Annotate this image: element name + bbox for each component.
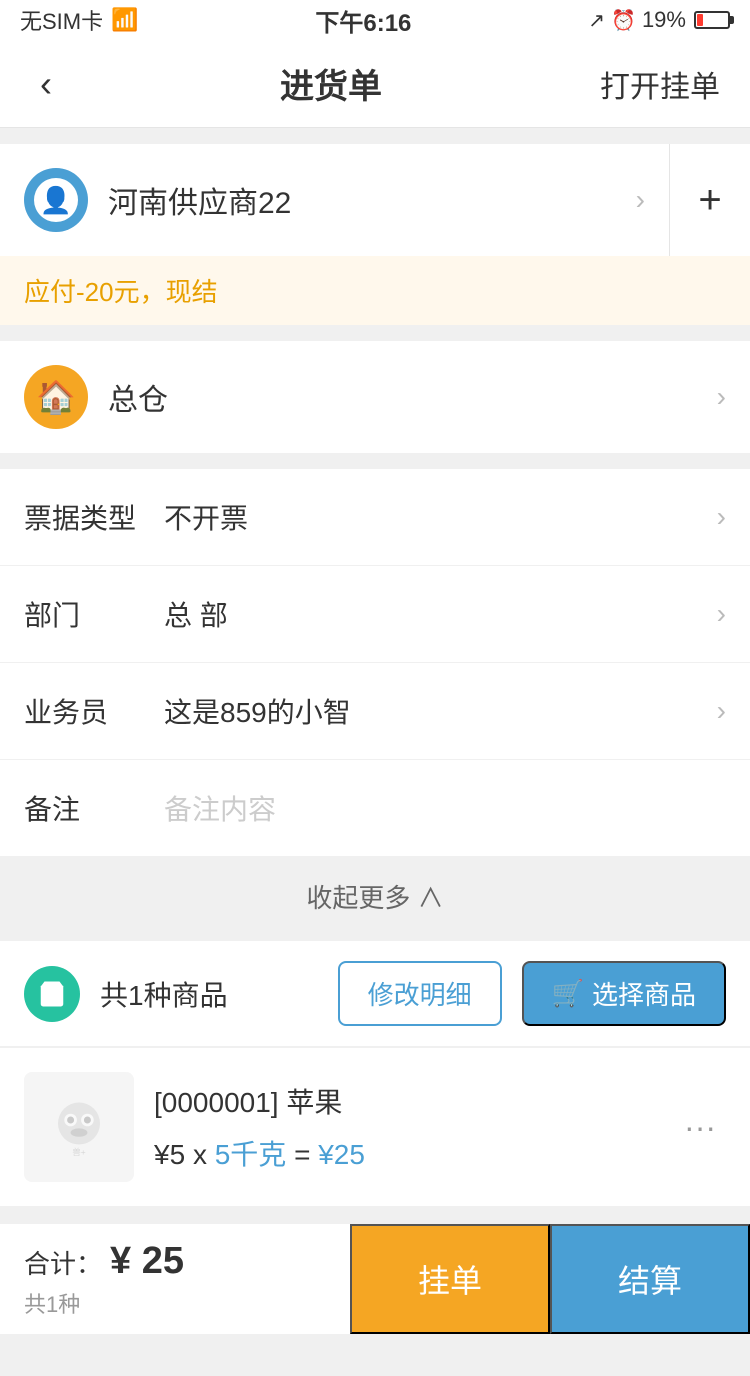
status-time: 下午6:16 <box>315 3 411 38</box>
invoice-type-chevron-icon: › <box>717 501 726 533</box>
supplier-avatar-icon: 👤 <box>34 178 78 222</box>
supplier-selector[interactable]: 👤 河南供应商22 › <box>0 144 670 256</box>
form-section: 票据类型 不开票 › 部门 总 部 › 业务员 这是859的小智 › 备注 备注… <box>0 469 750 856</box>
supplier-name: 河南供应商22 <box>108 178 626 222</box>
total-section: 合计： ¥ 25 共1种 <box>0 1224 350 1334</box>
invoice-type-label: 票据类型 <box>24 497 144 537</box>
salesperson-label: 业务员 <box>24 691 144 731</box>
total-count: 共1种 <box>24 1287 326 1319</box>
product-header-icon <box>24 966 80 1022</box>
warehouse-chevron-icon: › <box>717 381 726 413</box>
product-price: ¥5 x 5千克 = ¥25 <box>154 1133 654 1173</box>
total-amount: ¥ 25 <box>110 1240 184 1283</box>
invoice-type-row[interactable]: 票据类型 不开票 › <box>0 469 750 566</box>
bottom-bar: 合计： ¥ 25 共1种 挂单 结算 <box>0 1224 750 1334</box>
location-icon: ↗ <box>588 8 605 33</box>
section-gap-1 <box>0 128 750 144</box>
product-header: 共1种商品 修改明细 🛒 选择商品 <box>0 941 750 1046</box>
svg-text:兽+: 兽+ <box>72 1147 85 1157</box>
product-thumb-icon: 兽+ <box>44 1092 114 1162</box>
product-info: [0000001] 苹果 ¥5 x 5千克 = ¥25 <box>154 1081 654 1173</box>
status-right: ↗ ⏰ 19% <box>588 7 730 33</box>
carrier-label: 无SIM卡 <box>20 4 103 36</box>
battery-icon <box>694 11 730 29</box>
hang-button[interactable]: 挂单 <box>350 1224 550 1334</box>
select-product-label: 选择商品 <box>592 975 696 1012</box>
nav-bar: ‹ 进货单 打开挂单 <box>0 40 750 128</box>
modify-detail-button[interactable]: 修改明细 <box>338 961 502 1026</box>
select-product-button[interactable]: 🛒 选择商品 <box>522 961 726 1026</box>
page-title: 进货单 <box>280 59 382 108</box>
remark-row[interactable]: 备注 备注内容 <box>0 760 750 856</box>
remark-label: 备注 <box>24 788 144 828</box>
supplier-chevron-icon: › <box>636 184 645 216</box>
cart-icon: 🛒 <box>552 978 584 1009</box>
warehouse-icon: 🏠 <box>24 365 88 429</box>
wifi-icon: 📶 <box>111 7 138 33</box>
total-label: 合计： ¥ 25 <box>24 1240 326 1283</box>
warehouse-name: 总仓 <box>108 375 707 419</box>
salesperson-chevron-icon: › <box>717 695 726 727</box>
product-item: 兽+ [0000001] 苹果 ¥5 x 5千克 = ¥25 ··· <box>0 1048 750 1206</box>
supplier-add-button[interactable]: + <box>670 144 750 256</box>
payment-hint: 应付-20元，现结 <box>0 256 750 325</box>
product-name: [0000001] 苹果 <box>154 1081 654 1121</box>
alarm-icon: ⏰ <box>611 8 636 33</box>
department-value: 总 部 <box>164 594 707 634</box>
status-bar: 无SIM卡 📶 下午6:16 ↗ ⏰ 19% <box>0 0 750 40</box>
back-button[interactable]: ‹ <box>30 53 62 115</box>
supplier-avatar: 👤 <box>24 168 88 232</box>
department-chevron-icon: › <box>717 598 726 630</box>
product-more-button[interactable]: ··· <box>674 1099 726 1156</box>
invoice-type-value: 不开票 <box>164 497 707 537</box>
warehouse-selector[interactable]: 🏠 总仓 › <box>0 341 750 453</box>
department-label: 部门 <box>24 594 144 634</box>
supplier-section: 👤 河南供应商22 › + <box>0 144 750 256</box>
product-thumbnail: 兽+ <box>24 1072 134 1182</box>
collapse-label: 收起更多 ∧ <box>306 878 443 915</box>
battery-percent: 19% <box>642 7 686 33</box>
status-left: 无SIM卡 📶 <box>20 4 139 36</box>
remark-input[interactable]: 备注内容 <box>164 788 726 828</box>
salesperson-value: 这是859的小智 <box>164 691 707 731</box>
open-hang-button[interactable]: 打开挂单 <box>600 62 720 106</box>
product-count-label: 共1种商品 <box>100 974 318 1014</box>
total-text-label: 合计： <box>24 1244 102 1281</box>
collapse-button[interactable]: 收起更多 ∧ <box>0 856 750 937</box>
department-row[interactable]: 部门 总 部 › <box>0 566 750 663</box>
checkout-button[interactable]: 结算 <box>550 1224 750 1334</box>
salesperson-row[interactable]: 业务员 这是859的小智 › <box>0 663 750 760</box>
